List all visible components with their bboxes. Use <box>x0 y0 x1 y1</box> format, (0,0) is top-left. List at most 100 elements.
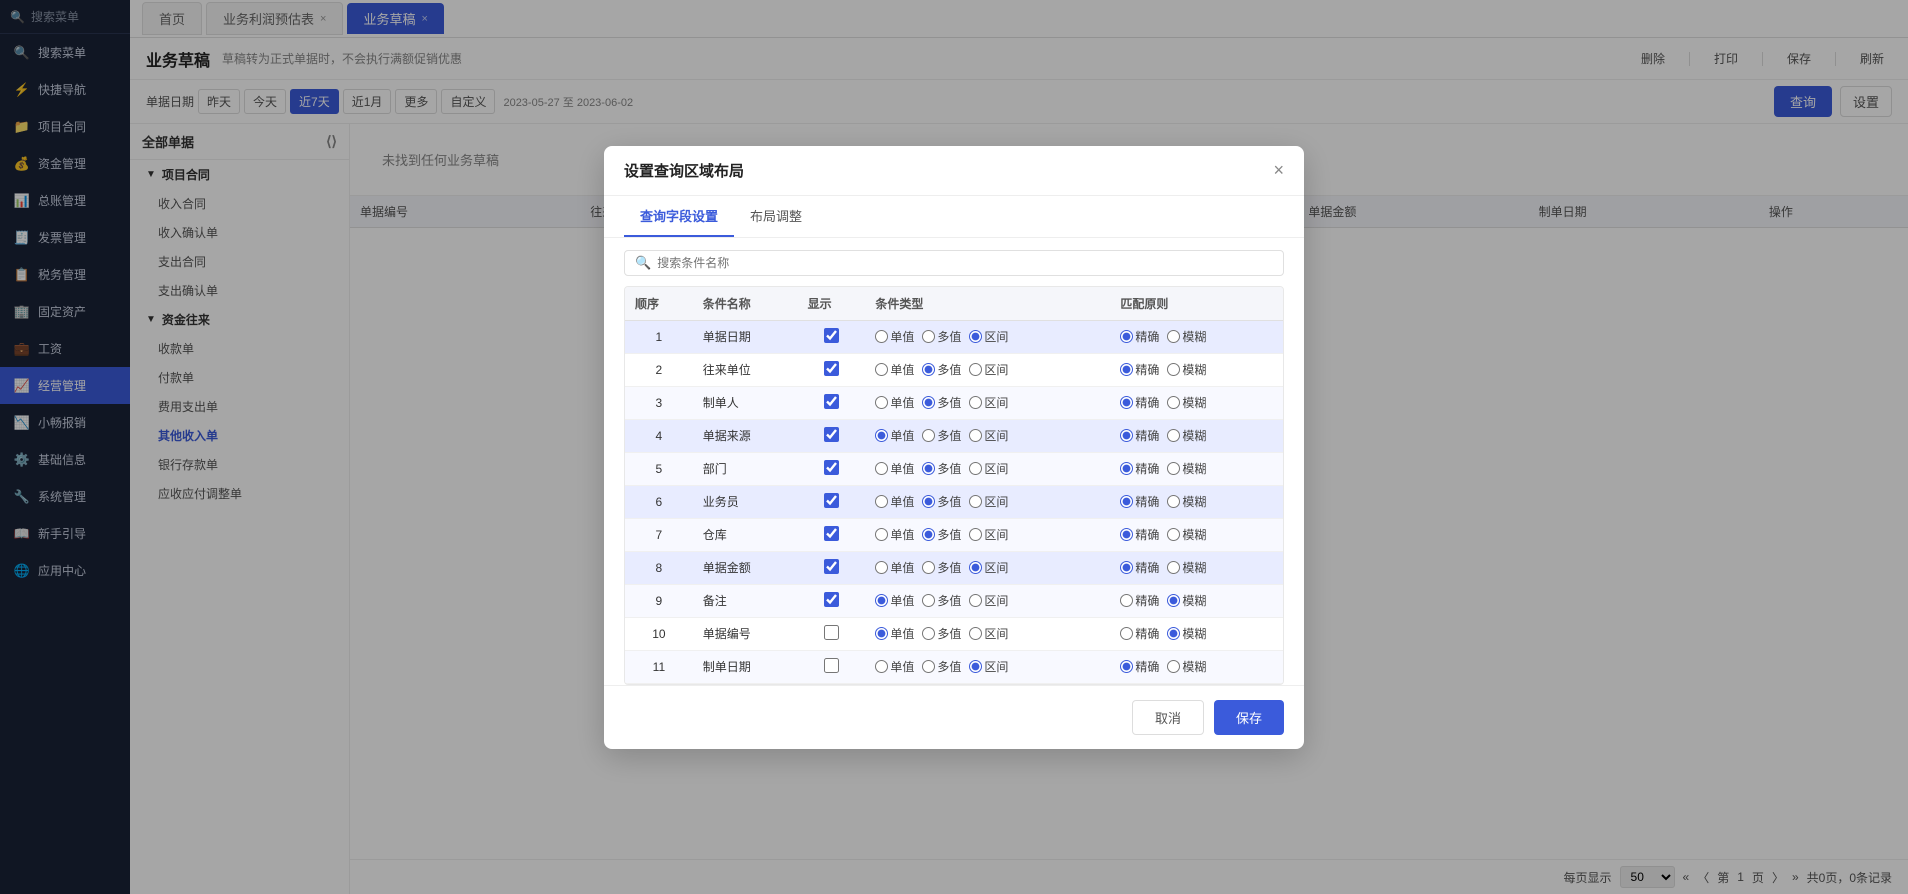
match-radio-精确-3[interactable] <box>1120 396 1133 409</box>
row-match-8: 精确模糊 <box>1110 551 1283 584</box>
row-match-1: 精确模糊 <box>1110 320 1283 353</box>
match-radio-精确-11[interactable] <box>1120 660 1133 673</box>
cancel-button[interactable]: 取消 <box>1132 700 1204 735</box>
row-type-3: 单值多值区间 <box>865 386 1110 419</box>
condition-search-input[interactable] <box>657 256 1273 270</box>
show-checkbox-6[interactable] <box>824 493 839 508</box>
type-radio-区间-10[interactable] <box>969 627 982 640</box>
match-radio-模糊-7[interactable] <box>1167 528 1180 541</box>
match-radio-模糊-2[interactable] <box>1167 363 1180 376</box>
type-radio-区间-8[interactable] <box>969 561 982 574</box>
show-checkbox-7[interactable] <box>824 526 839 541</box>
dialog-tabs: 查询字段设置 布局调整 <box>604 196 1304 238</box>
type-radio-单值-4[interactable] <box>875 429 888 442</box>
match-radio-模糊-11[interactable] <box>1167 660 1180 673</box>
row-match-4: 精确模糊 <box>1110 419 1283 452</box>
show-checkbox-4[interactable] <box>824 427 839 442</box>
row-show-8 <box>798 551 866 584</box>
type-radio-多值-8[interactable] <box>922 561 935 574</box>
row-name-2: 往来单位 <box>693 353 798 386</box>
match-radio-模糊-6[interactable] <box>1167 495 1180 508</box>
match-radio-精确-1[interactable] <box>1120 330 1133 343</box>
match-radio-精确-2[interactable] <box>1120 363 1133 376</box>
row-match-11: 精确模糊 <box>1110 650 1283 683</box>
dialog-close-button[interactable]: × <box>1273 161 1284 179</box>
dialog-table-row: 5部门单值多值区间精确模糊 <box>625 452 1283 485</box>
dialog-title: 设置查询区域布局 <box>624 160 744 181</box>
match-radio-模糊-4[interactable] <box>1167 429 1180 442</box>
type-radio-区间-11[interactable] <box>969 660 982 673</box>
row-order-3: 3 <box>625 386 693 419</box>
dialog-table-row: 1单据日期单值多值区间精确模糊 <box>625 320 1283 353</box>
show-checkbox-5[interactable] <box>824 460 839 475</box>
type-radio-区间-5[interactable] <box>969 462 982 475</box>
dialog-table-wrap: 顺序条件名称显示条件类型匹配原则 1单据日期单值多值区间精确模糊2往来单位单值多… <box>624 286 1284 685</box>
row-order-10: 10 <box>625 617 693 650</box>
type-radio-单值-8[interactable] <box>875 561 888 574</box>
dialog-col-顺序: 顺序 <box>625 287 693 321</box>
match-radio-精确-10[interactable] <box>1120 627 1133 640</box>
match-radio-精确-6[interactable] <box>1120 495 1133 508</box>
type-radio-单值-9[interactable] <box>875 594 888 607</box>
type-radio-区间-2[interactable] <box>969 363 982 376</box>
dialog-table-row: 7仓库单值多值区间精确模糊 <box>625 518 1283 551</box>
type-radio-区间-3[interactable] <box>969 396 982 409</box>
type-radio-单值-7[interactable] <box>875 528 888 541</box>
type-radio-单值-2[interactable] <box>875 363 888 376</box>
row-name-11: 制单日期 <box>693 650 798 683</box>
show-checkbox-1[interactable] <box>824 328 839 343</box>
type-radio-多值-4[interactable] <box>922 429 935 442</box>
match-radio-模糊-9[interactable] <box>1167 594 1180 607</box>
type-radio-多值-1[interactable] <box>922 330 935 343</box>
match-radio-模糊-5[interactable] <box>1167 462 1180 475</box>
type-radio-区间-7[interactable] <box>969 528 982 541</box>
settings-dialog: 设置查询区域布局 × 查询字段设置 布局调整 🔍 顺序条件名称显示条件类型匹配原… <box>604 146 1304 749</box>
type-radio-区间-6[interactable] <box>969 495 982 508</box>
match-radio-模糊-1[interactable] <box>1167 330 1180 343</box>
row-type-7: 单值多值区间 <box>865 518 1110 551</box>
match-radio-精确-5[interactable] <box>1120 462 1133 475</box>
row-match-10: 精确模糊 <box>1110 617 1283 650</box>
match-radio-模糊-10[interactable] <box>1167 627 1180 640</box>
row-show-10 <box>798 617 866 650</box>
type-radio-单值-10[interactable] <box>875 627 888 640</box>
type-radio-多值-11[interactable] <box>922 660 935 673</box>
tab-field-settings[interactable]: 查询字段设置 <box>624 196 734 237</box>
type-radio-单值-11[interactable] <box>875 660 888 673</box>
match-radio-模糊-8[interactable] <box>1167 561 1180 574</box>
match-radio-精确-8[interactable] <box>1120 561 1133 574</box>
show-checkbox-10[interactable] <box>824 625 839 640</box>
type-radio-多值-3[interactable] <box>922 396 935 409</box>
dialog-col-条件类型: 条件类型 <box>865 287 1110 321</box>
dialog-body: 🔍 顺序条件名称显示条件类型匹配原则 1单据日期单值多值区间精确模糊2往来单位单… <box>604 238 1304 685</box>
type-radio-多值-10[interactable] <box>922 627 935 640</box>
type-radio-多值-5[interactable] <box>922 462 935 475</box>
tab-layout-settings[interactable]: 布局调整 <box>734 196 818 237</box>
type-radio-单值-1[interactable] <box>875 330 888 343</box>
type-radio-多值-9[interactable] <box>922 594 935 607</box>
match-radio-精确-9[interactable] <box>1120 594 1133 607</box>
type-radio-单值-5[interactable] <box>875 462 888 475</box>
type-radio-区间-4[interactable] <box>969 429 982 442</box>
type-radio-多值-6[interactable] <box>922 495 935 508</box>
show-checkbox-8[interactable] <box>824 559 839 574</box>
match-radio-精确-4[interactable] <box>1120 429 1133 442</box>
match-radio-模糊-3[interactable] <box>1167 396 1180 409</box>
type-radio-区间-9[interactable] <box>969 594 982 607</box>
show-checkbox-3[interactable] <box>824 394 839 409</box>
type-radio-单值-3[interactable] <box>875 396 888 409</box>
show-checkbox-11[interactable] <box>824 658 839 673</box>
row-order-2: 2 <box>625 353 693 386</box>
type-radio-多值-2[interactable] <box>922 363 935 376</box>
show-checkbox-2[interactable] <box>824 361 839 376</box>
dialog-col-匹配原则: 匹配原则 <box>1110 287 1283 321</box>
dialog-col-显示: 显示 <box>798 287 866 321</box>
type-radio-单值-6[interactable] <box>875 495 888 508</box>
type-radio-多值-7[interactable] <box>922 528 935 541</box>
match-radio-精确-7[interactable] <box>1120 528 1133 541</box>
dialog-save-button[interactable]: 保存 <box>1214 700 1284 735</box>
row-name-4: 单据来源 <box>693 419 798 452</box>
row-show-1 <box>798 320 866 353</box>
show-checkbox-9[interactable] <box>824 592 839 607</box>
type-radio-区间-1[interactable] <box>969 330 982 343</box>
